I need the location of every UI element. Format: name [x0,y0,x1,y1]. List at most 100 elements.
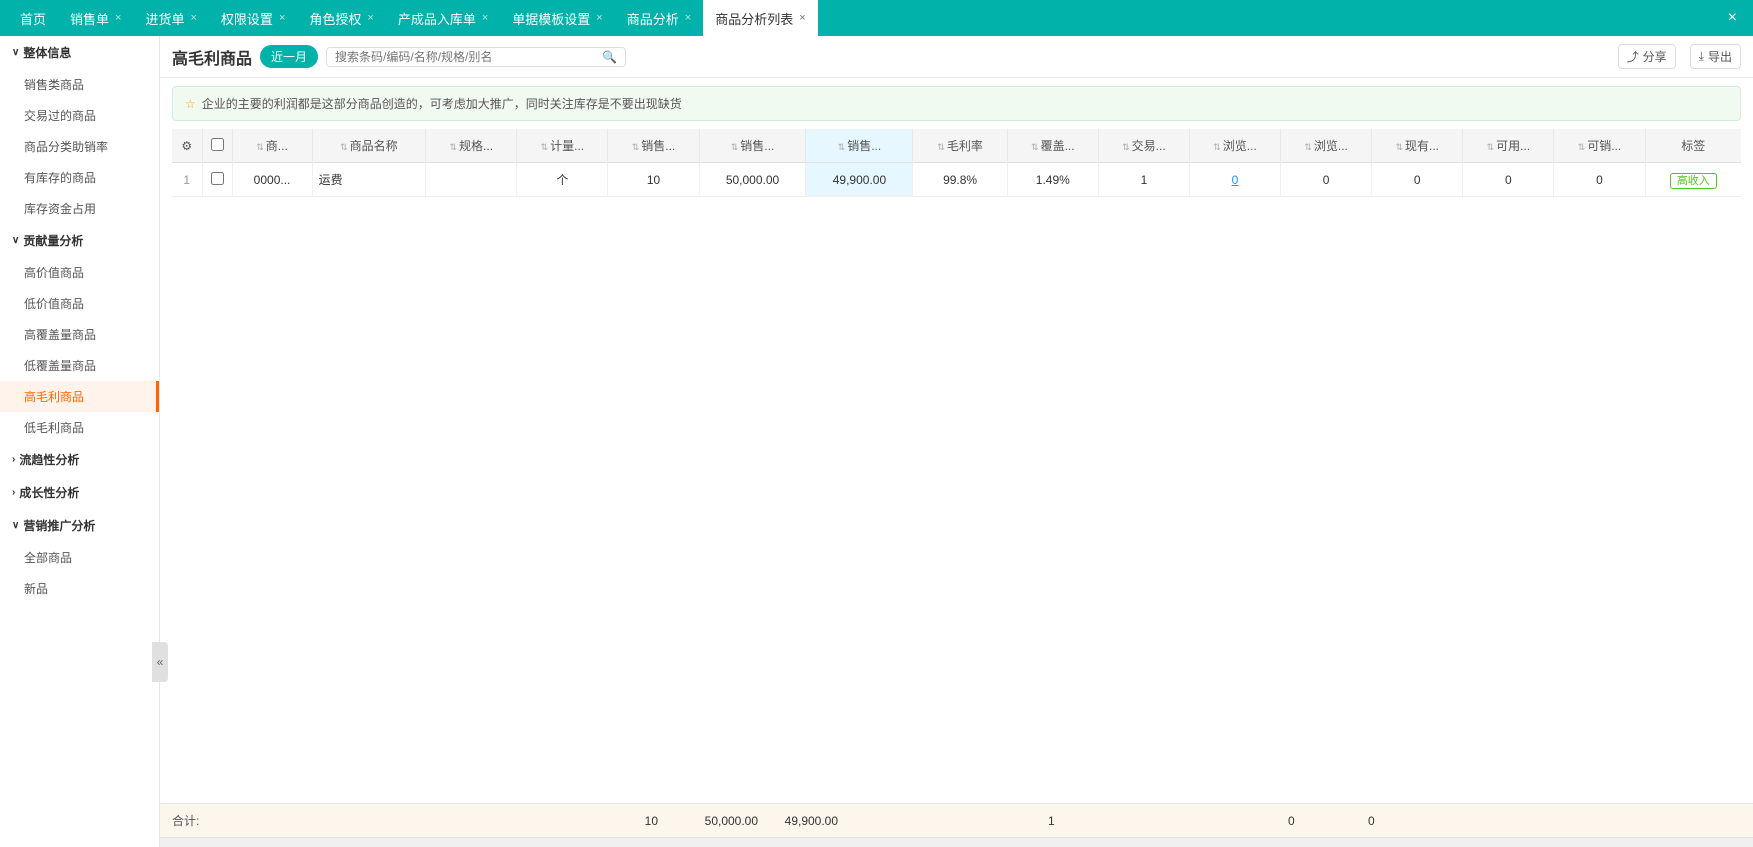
footer-cell-unit [551,814,611,828]
horizontal-scrollbar[interactable] [160,837,1753,847]
nav-item-permission[interactable]: 权限设置 × [209,0,297,36]
col-gross-rate[interactable]: ⇅毛利率 [913,129,1007,163]
col-current-stock[interactable]: ⇅现有... [1372,129,1463,163]
sidebar-item-all-goods[interactable]: 全部商品 [0,542,159,573]
footer-cell-gross-rate [851,814,931,828]
nav-close-purchase[interactable]: × [190,12,196,24]
sidebar-item-in-stock[interactable]: 有库存的商品 [0,162,159,193]
col-transactions[interactable]: ⇅交易... [1098,129,1189,163]
info-text: 企业的主要的利润都是这部分商品创造的，可考虑加大推广，同时关注库存是不要出现缺货 [202,95,682,112]
col-sales-net[interactable]: ⇅销售... [806,129,913,163]
table-wrapper: ⚙ ⇅商... ⇅商品名称 ⇅规格... ⇅计量... ⇅销售... ⇅销售..… [160,129,1753,803]
window-close-button[interactable]: × [1720,9,1745,27]
footer-cell-sellable-stock [1411,814,1491,828]
cell-tag: 高收入 [1645,163,1741,197]
nav-close-analysis-list[interactable]: × [799,12,805,24]
footer-cell-code [271,814,351,828]
sidebar-item-traded-goods[interactable]: 交易过的商品 [0,100,159,131]
nav-item-purchase[interactable]: 进货单 × [133,0,208,36]
cell-browse1[interactable]: 0 [1189,163,1280,197]
sidebar: ∨ 整体信息 销售类商品 交易过的商品 商品分类助销率 有库存的商品 库存资金占… [0,36,160,847]
col-coverage[interactable]: ⇅覆盖... [1007,129,1098,163]
search-box: 🔍 [326,47,626,67]
footer-cell-spec [471,814,551,828]
footer-cell-current-stock: 0 [1251,814,1331,828]
col-sales-qty[interactable]: ⇅销售... [608,129,699,163]
col-name[interactable]: ⇅商品名称 [312,129,426,163]
cell-unit: 个 [517,163,608,197]
sidebar-item-category-rate[interactable]: 商品分类助销率 [0,131,159,162]
cell-sellable-stock: 0 [1554,163,1645,197]
nav-item-sales[interactable]: 销售单 × [58,0,133,36]
share-button[interactable]: ⤴ 分享 [1618,44,1676,69]
sidebar-group-trend[interactable]: › 流趋性分析 [0,443,159,476]
info-icon: ☆ [185,97,196,111]
col-settings[interactable]: ⚙ [172,129,202,163]
sidebar-item-stock-capital[interactable]: 库存资金占用 [0,193,159,224]
sidebar-item-new-goods[interactable]: 新品 [0,573,159,604]
cell-sales-net: 49,900.00 [806,163,913,197]
sidebar-item-sales-goods[interactable]: 销售类商品 [0,69,159,100]
nav-close-template[interactable]: × [596,12,602,24]
search-icon[interactable]: 🔍 [602,50,617,64]
arrow-growth: › [12,487,15,498]
col-sellable-stock[interactable]: ⇅可销... [1554,129,1645,163]
cell-browse2: 0 [1281,163,1372,197]
select-all-checkbox[interactable] [211,138,224,151]
sidebar-group-contribution[interactable]: ∨ 贡献量分析 [0,224,159,257]
sidebar-item-low-value[interactable]: 低价值商品 [0,288,159,319]
col-sales-amount[interactable]: ⇅销售... [699,129,806,163]
sidebar-item-low-margin[interactable]: 低毛利商品 [0,412,159,443]
export-button[interactable]: ⤓ 导出 [1690,44,1741,69]
sidebar-item-high-value[interactable]: 高价值商品 [0,257,159,288]
data-table: ⚙ ⇅商... ⇅商品名称 ⇅规格... ⇅计量... ⇅销售... ⇅销售..… [172,129,1741,197]
nav-item-analysis-list[interactable]: 商品分析列表 × [703,0,817,36]
col-unit[interactable]: ⇅计量... [517,129,608,163]
nav-item-role[interactable]: 角色授权 × [297,0,385,36]
nav-item-product-analysis[interactable]: 商品分析 × [615,0,703,36]
sidebar-item-low-coverage[interactable]: 低覆盖量商品 [0,350,159,381]
nav-item-production[interactable]: 产成品入库单 × [386,0,500,36]
search-input[interactable] [335,50,602,64]
nav-close-permission[interactable]: × [279,12,285,24]
content-header: 高毛利商品 近一月 🔍 ⤴ 分享 ⤓ 导出 [160,36,1753,78]
footer-cell-sales-qty: 10 [611,814,691,828]
arrow-overview: ∨ [12,47,19,58]
nav-close-sales[interactable]: × [115,12,121,24]
col-code[interactable]: ⇅商... [232,129,312,163]
nav-close-product-analysis[interactable]: × [685,12,691,24]
cell-spec [426,163,517,197]
col-available-stock[interactable]: ⇅可用... [1463,129,1554,163]
cell-current-stock: 0 [1372,163,1463,197]
nav-close-production[interactable]: × [482,12,488,24]
sidebar-collapse-button[interactable]: « [152,642,168,682]
cell-code[interactable]: 0000... [232,163,312,197]
main-layout: ∨ 整体信息 销售类商品 交易过的商品 商品分类助销率 有库存的商品 库存资金占… [0,36,1753,847]
nav-close-role[interactable]: × [367,12,373,24]
footer-label: 合计: [172,812,199,829]
sidebar-item-high-margin[interactable]: 高毛利商品 [0,381,159,412]
table-row: 1 0000... 运费 个 10 50,000.00 49,900.00 99… [172,163,1741,197]
col-tag[interactable]: 标签 [1645,129,1741,163]
col-spec[interactable]: ⇅规格... [426,129,517,163]
nav-item-template[interactable]: 单据模板设置 × [500,0,614,36]
footer-cell-transactions: 1 [1011,814,1091,828]
cell-gross-rate: 99.8% [913,163,1007,197]
nav-item-home[interactable]: 首页 [8,0,58,36]
sidebar-group-overview[interactable]: ∨ 整体信息 [0,36,159,69]
col-browse1[interactable]: ⇅浏览... [1189,129,1280,163]
cell-coverage: 1.49% [1007,163,1098,197]
filter-btn-month[interactable]: 近一月 [260,45,318,68]
sidebar-group-growth[interactable]: › 成长性分析 [0,476,159,509]
cell-checkbox[interactable] [202,163,232,197]
export-icon: ⤓ [1699,49,1704,64]
sidebar-group-marketing[interactable]: ∨ 营销推广分析 [0,509,159,542]
tag-badge: 高收入 [1670,173,1717,189]
col-checkbox[interactable] [202,129,232,163]
cell-sales-amount: 50,000.00 [699,163,806,197]
row-checkbox[interactable] [211,172,224,185]
sidebar-item-high-coverage[interactable]: 高覆盖量商品 [0,319,159,350]
footer-cell-available-stock: 0 [1331,814,1411,828]
col-browse2[interactable]: ⇅浏览... [1281,129,1372,163]
cell-name: 运费 [312,163,426,197]
